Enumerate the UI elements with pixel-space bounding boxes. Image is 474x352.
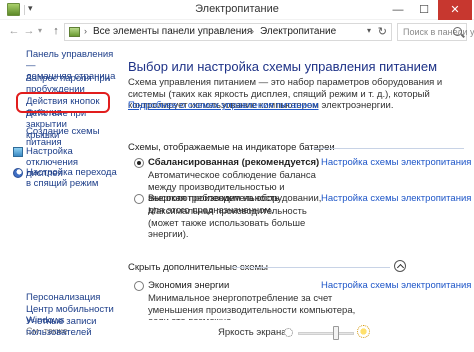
navigation-bar: ← → ▾ ↑ › Все элементы панели управления… [0, 20, 474, 44]
moon-icon [13, 168, 23, 178]
plan-radio-balanced[interactable] [134, 158, 144, 168]
sidebar-link-sleep-settings[interactable]: Настройка перехода в спящий режим [26, 167, 117, 189]
address-bar[interactable]: › Все элементы панели управления › Элект… [64, 23, 392, 41]
sidebar-link-user-accounts[interactable]: Учетные записи пользователей [26, 316, 96, 338]
display-icon [13, 147, 23, 157]
page-title: Выбор или настройка схемы управления пит… [128, 59, 438, 74]
back-arrow-icon[interactable]: ← [7, 24, 21, 38]
group-divider [312, 148, 464, 149]
minimize-button[interactable]: — [385, 0, 411, 20]
search-icon[interactable] [453, 27, 462, 36]
group-divider [232, 267, 390, 268]
close-button[interactable]: ✕ [438, 0, 472, 20]
sidebar: Панель управления — домашняя страница За… [0, 44, 120, 352]
up-arrow-icon[interactable]: ↑ [49, 24, 63, 38]
plan-name-high-performance[interactable]: Высокая производительность [148, 193, 279, 204]
plan-settings-link-balanced[interactable]: Настройка схемы электропитания [321, 157, 471, 168]
highlight-annotation [16, 92, 110, 113]
plan-description-high-performance: Максимальная производительность (может т… [148, 206, 307, 240]
maximize-button[interactable]: ☐ [411, 0, 437, 20]
main-content: Выбор или настройка схемы управления пит… [120, 44, 474, 352]
plan-radio-high-performance[interactable] [134, 194, 144, 204]
brightness-label: Яркость экрана: [218, 327, 290, 338]
sidebar-link-personalization[interactable]: Персонализация [26, 292, 100, 303]
sidebar-link-create-power-plan[interactable]: Создание схемы питания [26, 126, 120, 148]
plan-radio-power-saver[interactable] [134, 281, 144, 291]
breadcrumb-all-control-panel-items[interactable]: Все элементы панели управления [93, 26, 252, 37]
brightness-slider-track[interactable] [298, 332, 354, 335]
breadcrumb-power-options[interactable]: Электропитание [260, 26, 336, 37]
recent-locations-chevron-icon[interactable]: ▾ [35, 24, 45, 38]
power-options-window: ▾ Электропитание — ☐ ✕ ← → ▾ ↑ › Все эле… [0, 0, 474, 352]
plan-settings-link-high-performance[interactable]: Настройка схемы электропитания [321, 193, 471, 204]
collapse-chevron-icon[interactable] [394, 260, 406, 272]
title-bar: ▾ Электропитание — ☐ ✕ [0, 0, 474, 20]
forward-arrow-icon[interactable]: → [22, 24, 36, 38]
search-box[interactable]: Поиск в панели управления [397, 23, 474, 41]
sun-dim-icon [284, 328, 293, 337]
control-panel-icon [69, 27, 80, 37]
plan-settings-link-power-saver[interactable]: Настройка схемы электропитания [321, 280, 471, 291]
address-dropdown-chevron-icon[interactable]: ▾ [367, 26, 371, 35]
battery-plans-group-label: Схемы, отображаемые на индикаторе батаре… [128, 142, 335, 153]
plan-name-balanced[interactable]: Сбалансированная (рекомендуется) [148, 157, 319, 168]
breadcrumb-separator-icon[interactable]: › [84, 26, 87, 36]
plan-name-power-saver[interactable]: Экономия энергии [148, 280, 229, 291]
brightness-slider-handle[interactable] [333, 326, 339, 340]
refresh-icon[interactable]: ↻ [378, 25, 387, 38]
breadcrumb-separator-icon[interactable]: › [251, 26, 254, 36]
brightness-bar: Яркость экрана: [120, 320, 474, 352]
sun-bright-icon [357, 325, 370, 338]
learn-more-link[interactable]: Подробнее о схемах управления питанием [128, 100, 319, 111]
